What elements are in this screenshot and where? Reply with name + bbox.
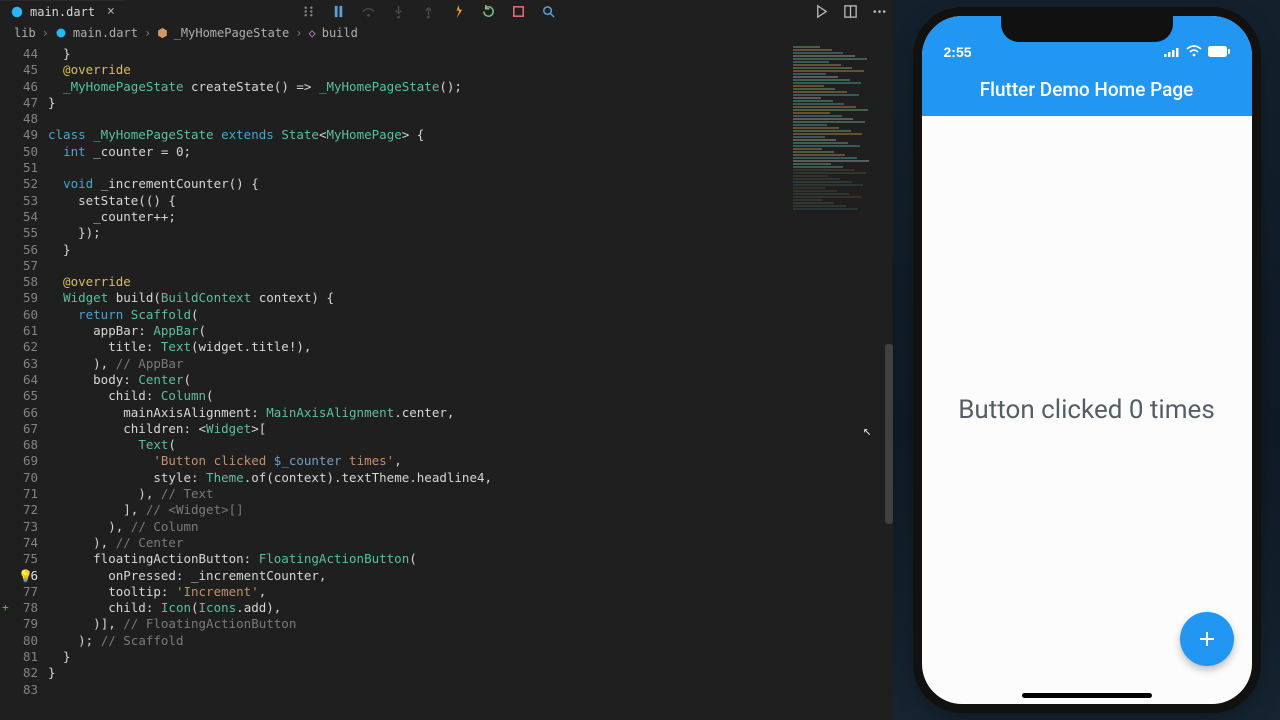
wifi-icon [1186,44,1202,60]
split-editor-icon[interactable] [842,3,858,19]
line-number-gutter: 4445464748495051525354555657585960616263… [0,44,48,720]
status-time: 2:55 [944,44,972,60]
plus-icon [1195,627,1219,651]
editor-pane: main.dart × lib › main.dart › ⬢ _MyHomeP… [0,0,893,720]
code-editor[interactable]: 4445464748495051525354555657585960616263… [0,44,893,720]
battery-icon [1208,44,1230,60]
home-indicator [1022,693,1152,698]
mouse-cursor-icon: ↖ [863,423,871,439]
tab-main-dart[interactable]: main.dart × [0,0,125,22]
dart-file-icon [55,27,67,39]
run-icon[interactable] [813,3,829,19]
chevron-right-icon: › [144,26,151,40]
scrollbar-thumb[interactable] [885,344,893,524]
method-icon: ◇ [309,26,316,40]
drag-handle-icon[interactable] [300,3,316,19]
inspect-icon[interactable] [540,3,556,19]
step-over-icon[interactable] [360,3,376,19]
hot-reload-icon[interactable] [450,3,466,19]
chevron-right-icon: › [42,26,49,40]
stop-icon[interactable] [510,3,526,19]
fab-add-button[interactable] [1180,612,1234,666]
more-icon[interactable] [871,3,887,19]
tab-bar: main.dart × [0,0,893,22]
restart-icon[interactable] [480,3,496,19]
chevron-right-icon: › [295,26,302,40]
step-out-icon[interactable] [420,3,436,19]
close-icon[interactable]: × [101,4,115,19]
signal-icon [1164,44,1180,60]
breadcrumb-method[interactable]: build [322,26,358,40]
breadcrumb-class[interactable]: _MyHomePageState [174,26,290,40]
tab-filename: main.dart [30,5,95,19]
phone-mockup: 2:55 Flutter Demo Home Page Button click… [922,16,1252,704]
editor-actions [813,0,887,22]
debug-toolbar [300,0,556,22]
breadcrumb[interactable]: lib › main.dart › ⬢ _MyHomePageState › ◇… [0,22,893,44]
breadcrumb-file[interactable]: main.dart [73,26,138,40]
counter-label: Button clicked 0 times [958,395,1215,425]
pause-icon[interactable] [330,3,346,19]
simulator-pane: 2:55 Flutter Demo Home Page Button click… [893,0,1280,720]
code-content[interactable]: } @override _MyHomePageState createState… [48,44,893,720]
step-into-icon[interactable] [390,3,406,19]
class-icon: ⬢ [157,26,167,40]
app-bar: Flutter Demo Home Page [922,62,1252,116]
dart-file-icon [10,5,24,19]
breadcrumb-folder[interactable]: lib [14,26,36,40]
phone-notch [1001,16,1173,42]
app-bar-title: Flutter Demo Home Page [980,78,1194,101]
